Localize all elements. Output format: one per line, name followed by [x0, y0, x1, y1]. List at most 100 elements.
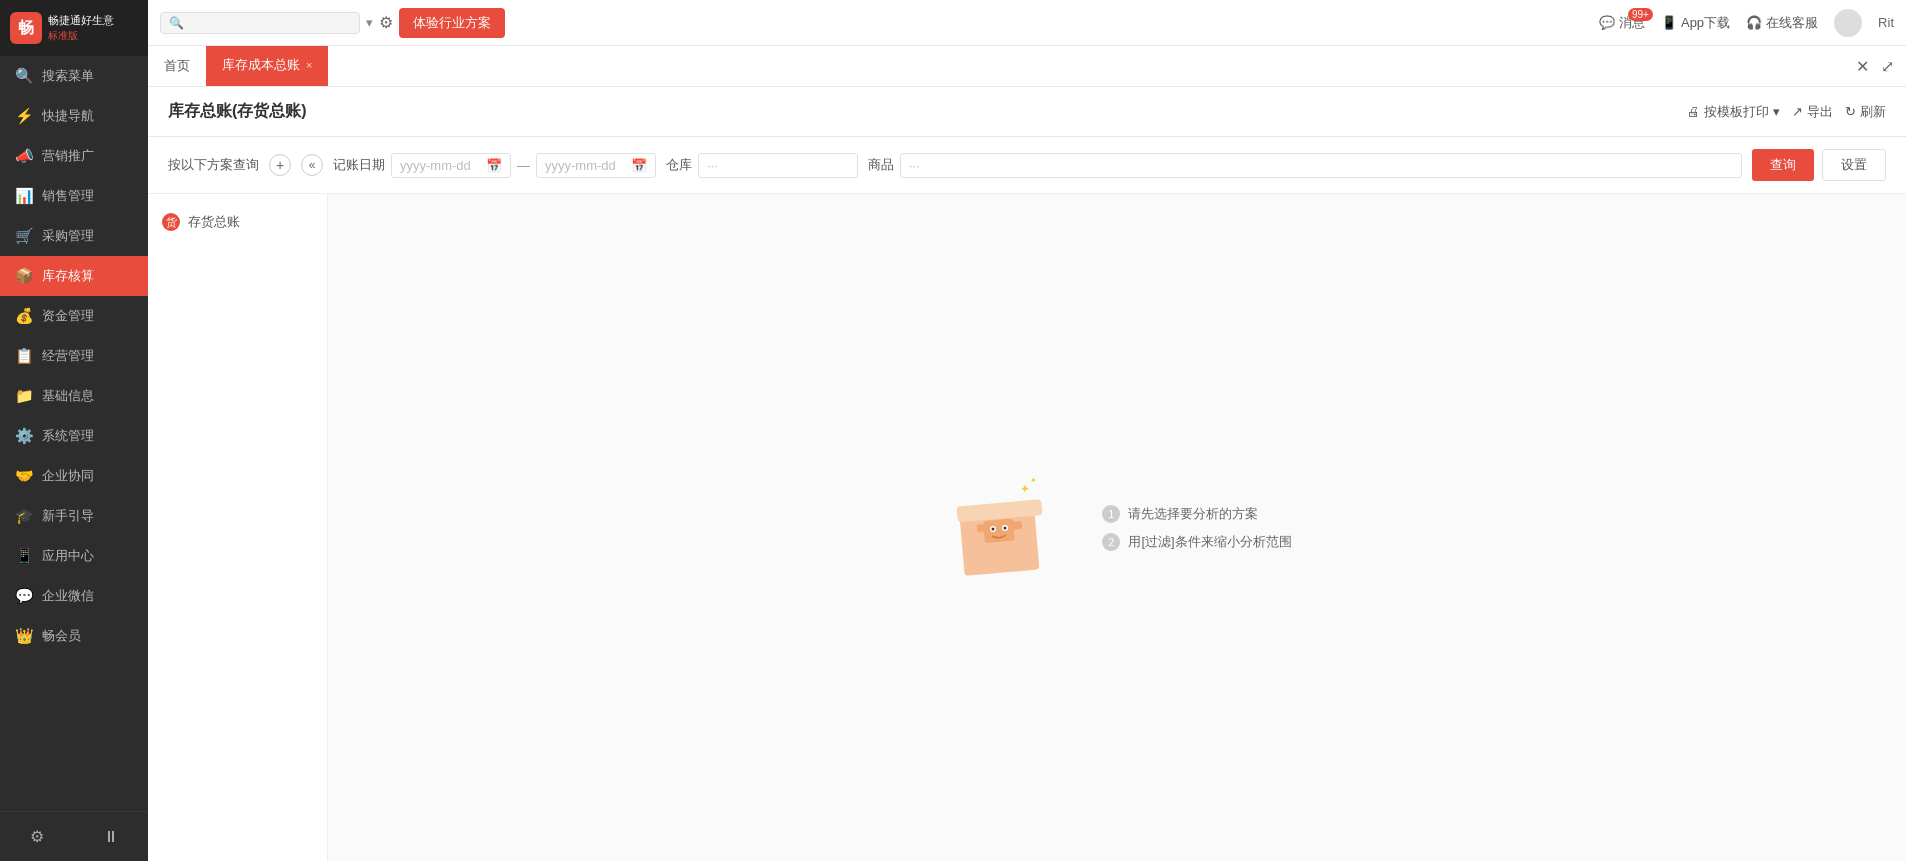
online-service-label: 在线客服	[1766, 14, 1818, 32]
page-header: 库存总账(存货总账) 🖨 按模板打印 ▾ ↗ 导出 ↻ 刷新	[148, 87, 1906, 137]
sidebar-item-guide[interactable]: 🎓 新手引导	[0, 496, 148, 536]
sidebar-item-label: 营销推广	[42, 147, 94, 165]
sidebar-item-base-info[interactable]: 📁 基础信息	[0, 376, 148, 416]
quick-nav-icon: ⚡	[14, 107, 34, 125]
calendar-end-icon[interactable]: 📅	[631, 158, 647, 173]
system-icon: ⚙️	[14, 427, 34, 445]
gear-icon[interactable]: ⚙	[379, 13, 393, 32]
date-end-input[interactable]: yyyy-mm-dd 📅	[536, 153, 656, 178]
online-service-btn[interactable]: 🎧 在线客服	[1746, 14, 1818, 32]
svg-point-9	[1004, 526, 1007, 529]
topbar-left: 🔍 ▾ ⚙ 体验行业方案	[160, 8, 1591, 38]
content-area: 货 存货总账	[148, 194, 1906, 861]
inventory-icon: 📦	[14, 267, 34, 285]
setting-button[interactable]: 设置	[1822, 149, 1886, 181]
date-start-input[interactable]: yyyy-mm-dd 📅	[391, 153, 511, 178]
sidebar-item-search-menu[interactable]: 🔍 搜索菜单	[0, 56, 148, 96]
settings-button[interactable]: ⚙	[25, 822, 49, 851]
topbar-dropdown-icon[interactable]: ▾	[366, 15, 373, 30]
purchase-icon: 🛒	[14, 227, 34, 245]
print-btn[interactable]: 🖨 按模板打印 ▾	[1687, 103, 1780, 121]
print-label: 按模板打印	[1704, 103, 1769, 121]
logo-text: 畅捷通好生意 标准版	[48, 13, 114, 42]
sidebar-item-management[interactable]: 📋 经营管理	[0, 336, 148, 376]
logo-icon: 畅	[10, 12, 42, 44]
message-btn[interactable]: 💬 消息 99+	[1599, 14, 1645, 32]
tab-home[interactable]: 首页	[148, 47, 206, 85]
guide-icon: 🎓	[14, 507, 34, 525]
sales-icon: 📊	[14, 187, 34, 205]
expand-panel-icon[interactable]: ⤢	[1877, 53, 1898, 80]
member-icon: 👑	[14, 627, 34, 645]
filter-add-btn[interactable]: +	[269, 154, 291, 176]
app-download-label: App下载	[1681, 14, 1730, 32]
tip-num-2: 2	[1102, 533, 1120, 551]
empty-tips: 1 请先选择要分析的方案 2 用[过滤]条件来缩小分析范围	[1102, 505, 1291, 551]
date-start-placeholder: yyyy-mm-dd	[400, 158, 471, 173]
export-label: 导出	[1807, 103, 1833, 121]
sidebar-item-label: 新手引导	[42, 507, 94, 525]
svg-text:✦: ✦	[1030, 476, 1037, 485]
base-info-icon: 📁	[14, 387, 34, 405]
sidebar-item-app-center[interactable]: 📱 应用中心	[0, 536, 148, 576]
search-menu-box[interactable]: 🔍	[160, 12, 360, 34]
sidebar-item-sales[interactable]: 📊 销售管理	[0, 176, 148, 216]
marketing-icon: 📣	[14, 147, 34, 165]
sidebar-item-label: 资金管理	[42, 307, 94, 325]
warehouse-field: 仓库 ···	[666, 153, 858, 178]
filter-collapse-btn[interactable]: «	[301, 154, 323, 176]
sidebar-item-label: 经营管理	[42, 347, 94, 365]
sidebar-item-member[interactable]: 👑 畅会员	[0, 616, 148, 656]
filter-label: 按以下方案查询	[168, 156, 259, 174]
refresh-label: 刷新	[1860, 103, 1886, 121]
sidebar-item-label: 畅会员	[42, 627, 81, 645]
warehouse-select[interactable]: ···	[698, 153, 858, 178]
warehouse-label: 仓库	[666, 156, 692, 174]
topbar: 🔍 ▾ ⚙ 体验行业方案 💬 消息 99+ 📱 App下载 🎧 在线客服 Rit	[148, 0, 1906, 46]
sidebar-item-system[interactable]: ⚙️ 系统管理	[0, 416, 148, 456]
username-label[interactable]: Rit	[1878, 15, 1894, 30]
page-actions: 🖨 按模板打印 ▾ ↗ 导出 ↻ 刷新	[1687, 103, 1886, 135]
sidebar-item-inventory[interactable]: 📦 库存核算	[0, 256, 148, 296]
date-separator: —	[517, 158, 530, 173]
sidebar-item-enterprise[interactable]: 🤝 企业协同	[0, 456, 148, 496]
close-panel-icon[interactable]: ✕	[1852, 53, 1873, 80]
scheme-item-inventory[interactable]: 货 存货总账	[148, 204, 327, 240]
sidebar-item-label: 快捷导航	[42, 107, 94, 125]
sidebar-item-marketing[interactable]: 📣 营销推广	[0, 136, 148, 176]
sidebar-item-finance[interactable]: 💰 资金管理	[0, 296, 148, 336]
sidebar-item-label: 企业微信	[42, 587, 94, 605]
sidebar-item-label: 应用中心	[42, 547, 94, 565]
collapse-button[interactable]: ⏸	[98, 823, 124, 851]
tip-text-2: 用[过滤]条件来缩小分析范围	[1128, 533, 1291, 551]
app-download-btn[interactable]: 📱 App下载	[1661, 14, 1730, 32]
export-icon: ↗	[1792, 104, 1803, 119]
calendar-start-icon[interactable]: 📅	[486, 158, 502, 173]
industry-btn[interactable]: 体验行业方案	[399, 8, 505, 38]
finance-icon: 💰	[14, 307, 34, 325]
app-center-icon: 📱	[14, 547, 34, 565]
panel-controls: ✕ ⤢	[1852, 53, 1906, 80]
print-dropdown-icon[interactable]: ▾	[1773, 104, 1780, 119]
date-end-placeholder: yyyy-mm-dd	[545, 158, 616, 173]
topbar-right: 💬 消息 99+ 📱 App下载 🎧 在线客服 Rit	[1599, 9, 1894, 37]
management-icon: 📋	[14, 347, 34, 365]
sidebar-item-weixin[interactable]: 💬 企业微信	[0, 576, 148, 616]
query-button[interactable]: 查询	[1752, 149, 1814, 181]
filter-fields: 记账日期 yyyy-mm-dd 📅 — yyyy-mm-dd 📅 仓库 ···	[333, 153, 1742, 178]
app-download-icon: 📱	[1661, 15, 1677, 30]
sidebar-item-label: 系统管理	[42, 427, 94, 445]
tab-label: 库存成本总账	[222, 56, 300, 74]
sidebar-item-label: 基础信息	[42, 387, 94, 405]
tab-inventory-ledger[interactable]: 库存成本总账 ×	[206, 46, 328, 86]
tab-close-icon[interactable]: ×	[306, 59, 312, 71]
refresh-btn[interactable]: ↻ 刷新	[1845, 103, 1886, 121]
message-badge: 99+	[1628, 8, 1653, 21]
product-select[interactable]: ···	[900, 153, 1742, 178]
sidebar-item-quick-nav[interactable]: ⚡ 快捷导航	[0, 96, 148, 136]
export-btn[interactable]: ↗ 导出	[1792, 103, 1833, 121]
empty-illustration: ✦ ✦	[942, 468, 1062, 588]
sidebar-item-label: 采购管理	[42, 227, 94, 245]
sidebar-item-purchase[interactable]: 🛒 采购管理	[0, 216, 148, 256]
warehouse-placeholder: ···	[707, 158, 718, 173]
